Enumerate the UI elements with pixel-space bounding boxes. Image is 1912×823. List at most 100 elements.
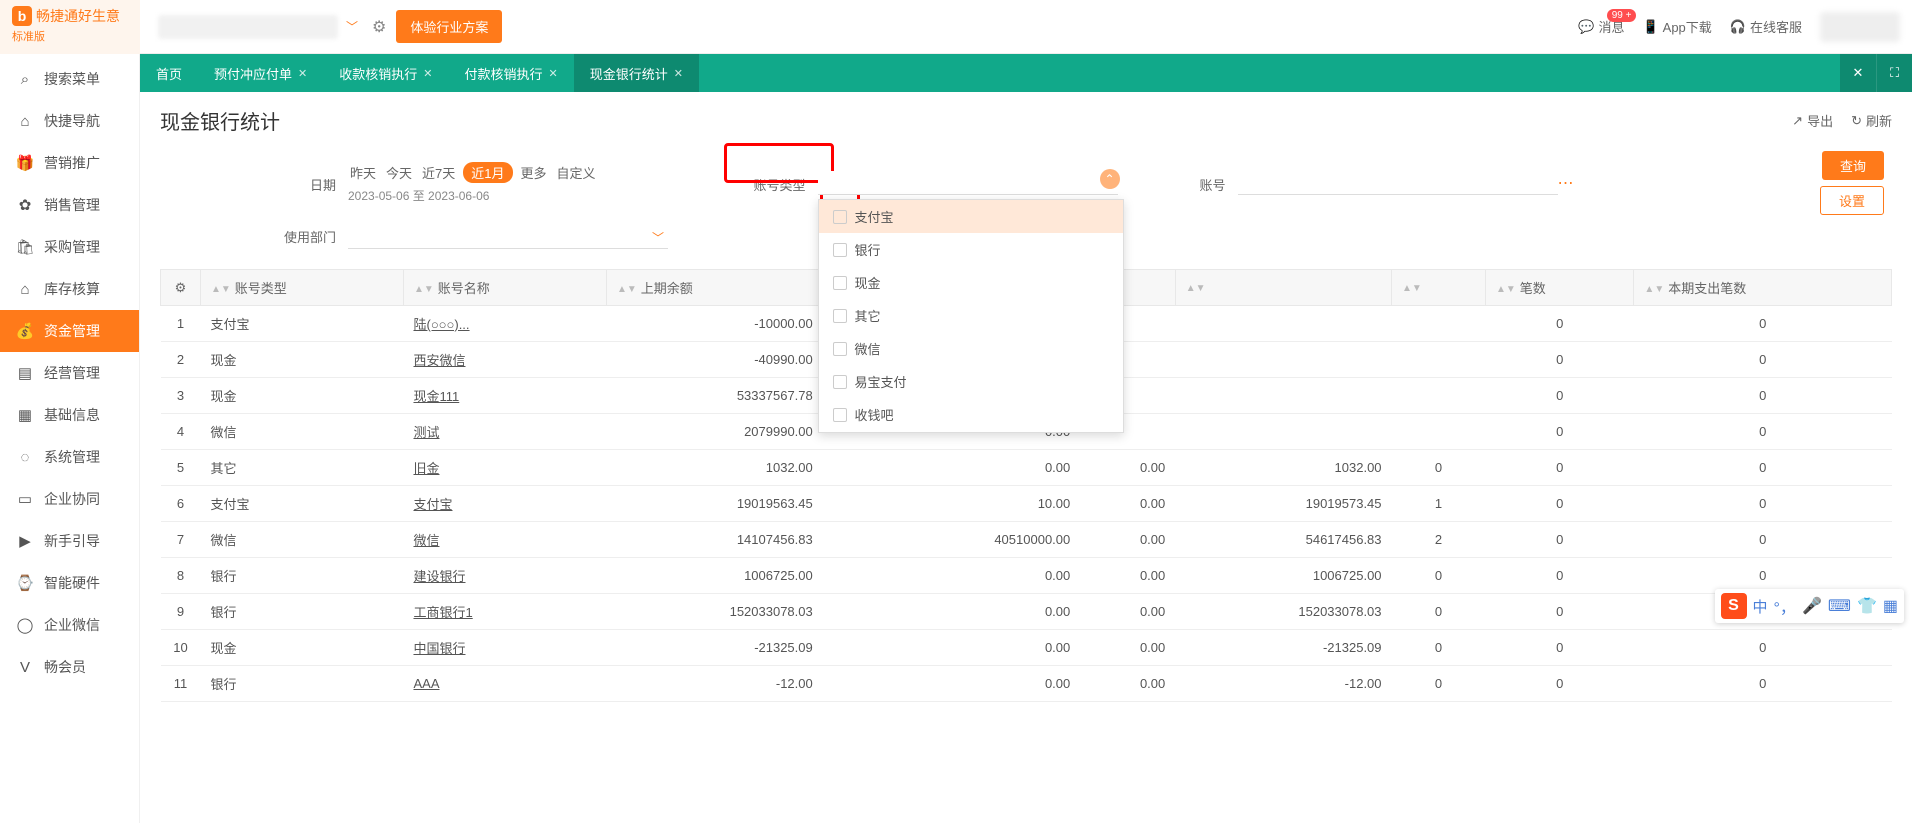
account-name-link[interactable]: 建设银行: [413, 569, 465, 584]
checkbox[interactable]: [833, 276, 847, 290]
sidebar-item[interactable]: V畅会员: [0, 646, 139, 688]
checkbox[interactable]: [833, 309, 847, 323]
account-type-input[interactable]: [818, 171, 1118, 195]
sidebar-item[interactable]: ▦基础信息: [0, 394, 139, 436]
sidebar-item[interactable]: ⌂库存核算: [0, 268, 139, 310]
account-name-link[interactable]: AAA: [413, 676, 439, 691]
date-option[interactable]: 自定义: [555, 163, 598, 182]
account-name-link[interactable]: 西安微信: [413, 353, 465, 368]
gear-icon[interactable]: ⚙: [372, 17, 386, 37]
account-label: 账号: [1118, 173, 1238, 194]
column-header[interactable]: ▲▼本期支出笔数: [1634, 270, 1892, 306]
account-name-link[interactable]: 现金111: [413, 389, 459, 404]
sidebar-item[interactable]: ⌂快捷导航: [0, 100, 139, 142]
query-button[interactable]: 查询: [1822, 151, 1884, 180]
account-input[interactable]: [1238, 171, 1558, 195]
sidebar-item[interactable]: ✿销售管理: [0, 184, 139, 226]
checkbox[interactable]: [833, 375, 847, 389]
dropdown-option[interactable]: 银行: [819, 233, 1123, 266]
tab[interactable]: 付款核销执行✕: [448, 54, 573, 92]
sidebar-item[interactable]: ▤经营管理: [0, 352, 139, 394]
close-icon[interactable]: ✕: [423, 67, 432, 80]
tab[interactable]: 首页: [140, 54, 198, 92]
account-name-link[interactable]: 测试: [413, 425, 439, 440]
column-header[interactable]: ▲▼笔数: [1485, 270, 1633, 306]
user-avatar[interactable]: [1820, 12, 1900, 42]
tab[interactable]: 现金银行统计✕: [574, 54, 699, 92]
ime-keyboard-icon[interactable]: ⌨: [1828, 596, 1851, 616]
dropdown-option[interactable]: 收钱吧: [819, 398, 1123, 431]
dropdown-option[interactable]: 长沙银行: [819, 431, 1123, 432]
more-dots-button[interactable]: ⋯: [1558, 173, 1576, 193]
sort-icon[interactable]: ▲▼: [414, 287, 434, 292]
export-button[interactable]: ↗导出: [1792, 111, 1833, 130]
sort-icon[interactable]: ▲▼: [617, 287, 637, 292]
gear-icon[interactable]: ⚙: [175, 280, 187, 295]
online-service-button[interactable]: 🎧 在线客服: [1730, 17, 1802, 36]
fullscreen-button[interactable]: ⛶: [1876, 54, 1912, 92]
ime-toolbox-icon[interactable]: ▦: [1883, 596, 1898, 616]
ime-punct-icon[interactable]: °，: [1774, 594, 1796, 618]
column-header[interactable]: ▲▼账号类型: [201, 270, 404, 306]
account-name-link[interactable]: 陆(○○○)...: [413, 317, 469, 332]
account-name-link[interactable]: 旧金: [413, 461, 439, 476]
sidebar-item[interactable]: ▶新手引导: [0, 520, 139, 562]
date-option[interactable]: 近1月: [463, 162, 512, 183]
checkbox[interactable]: [833, 342, 847, 356]
close-icon[interactable]: ✕: [298, 67, 307, 80]
ime-toolbar[interactable]: S 中 °， 🎤 ⌨ 👕 ▦: [1715, 589, 1904, 623]
dept-input[interactable]: [348, 225, 668, 249]
column-header[interactable]: ⚙: [161, 270, 201, 306]
column-header[interactable]: ▲▼账号名称: [403, 270, 606, 306]
sidebar-item[interactable]: 💰资金管理: [0, 310, 139, 352]
sidebar-item-label: 企业协同: [44, 489, 100, 509]
sidebar-item[interactable]: 🛍采购管理: [0, 226, 139, 268]
sidebar-item[interactable]: ▭企业协同: [0, 478, 139, 520]
messages-button[interactable]: 💬 消息 99 +: [1578, 17, 1624, 36]
sort-icon[interactable]: ▲▼: [1496, 287, 1516, 292]
account-name-link[interactable]: 支付宝: [413, 497, 452, 512]
ime-lang[interactable]: 中: [1753, 596, 1768, 617]
company-selector[interactable]: ﹀ ⚙: [158, 15, 386, 39]
tab[interactable]: 预付冲应付单✕: [198, 54, 323, 92]
app-download-button[interactable]: 📱 App下载: [1642, 17, 1711, 36]
date-option[interactable]: 今天: [384, 163, 414, 182]
dropdown-option[interactable]: 现金: [819, 266, 1123, 299]
sidebar-item[interactable]: ◯企业微信: [0, 604, 139, 646]
sidebar-item[interactable]: ⌕搜索菜单: [0, 58, 139, 100]
sort-icon[interactable]: ▲▼: [1186, 286, 1206, 291]
refresh-button[interactable]: ↻刷新: [1851, 111, 1892, 130]
account-name-link[interactable]: 微信: [413, 533, 439, 548]
sort-icon[interactable]: ▲▼: [1402, 286, 1422, 291]
dropdown-option[interactable]: 微信: [819, 332, 1123, 365]
industry-plan-button[interactable]: 体验行业方案: [396, 10, 502, 43]
checkbox[interactable]: [833, 408, 847, 422]
date-option[interactable]: 近7天: [420, 163, 457, 182]
date-option[interactable]: 昨天: [348, 163, 378, 182]
account-name-link[interactable]: 中国银行: [413, 641, 465, 656]
collapse-up-icon[interactable]: ⌃: [1100, 169, 1120, 189]
column-header[interactable]: ▲▼: [1392, 270, 1486, 306]
close-tab-button[interactable]: ✕: [1840, 54, 1876, 92]
close-icon[interactable]: ✕: [549, 67, 558, 80]
date-option[interactable]: 更多: [519, 163, 549, 182]
sort-icon[interactable]: ▲▼: [1644, 287, 1664, 292]
ime-skin-icon[interactable]: 👕: [1857, 596, 1877, 616]
column-header[interactable]: ▲▼: [1175, 270, 1391, 306]
dropdown-option[interactable]: 其它: [819, 299, 1123, 332]
sidebar-item[interactable]: ◌系统管理: [0, 436, 139, 478]
chevron-down-icon[interactable]: ﹀: [652, 229, 664, 246]
tab[interactable]: 收款核销执行✕: [323, 54, 448, 92]
column-header[interactable]: ▲▼上期余额: [606, 270, 822, 306]
sort-icon[interactable]: ▲▼: [211, 287, 231, 292]
sidebar-item[interactable]: 🎁营销推广: [0, 142, 139, 184]
account-name-link[interactable]: 工商银行1: [413, 605, 472, 620]
close-icon[interactable]: ✕: [674, 67, 683, 80]
dropdown-option[interactable]: 支付宝: [819, 200, 1123, 233]
checkbox[interactable]: [833, 210, 847, 224]
sidebar-item[interactable]: ⌚智能硬件: [0, 562, 139, 604]
checkbox[interactable]: [833, 243, 847, 257]
dropdown-option[interactable]: 易宝支付: [819, 365, 1123, 398]
ime-mic-icon[interactable]: 🎤: [1802, 596, 1822, 616]
settings-button[interactable]: 设置: [1820, 186, 1884, 215]
